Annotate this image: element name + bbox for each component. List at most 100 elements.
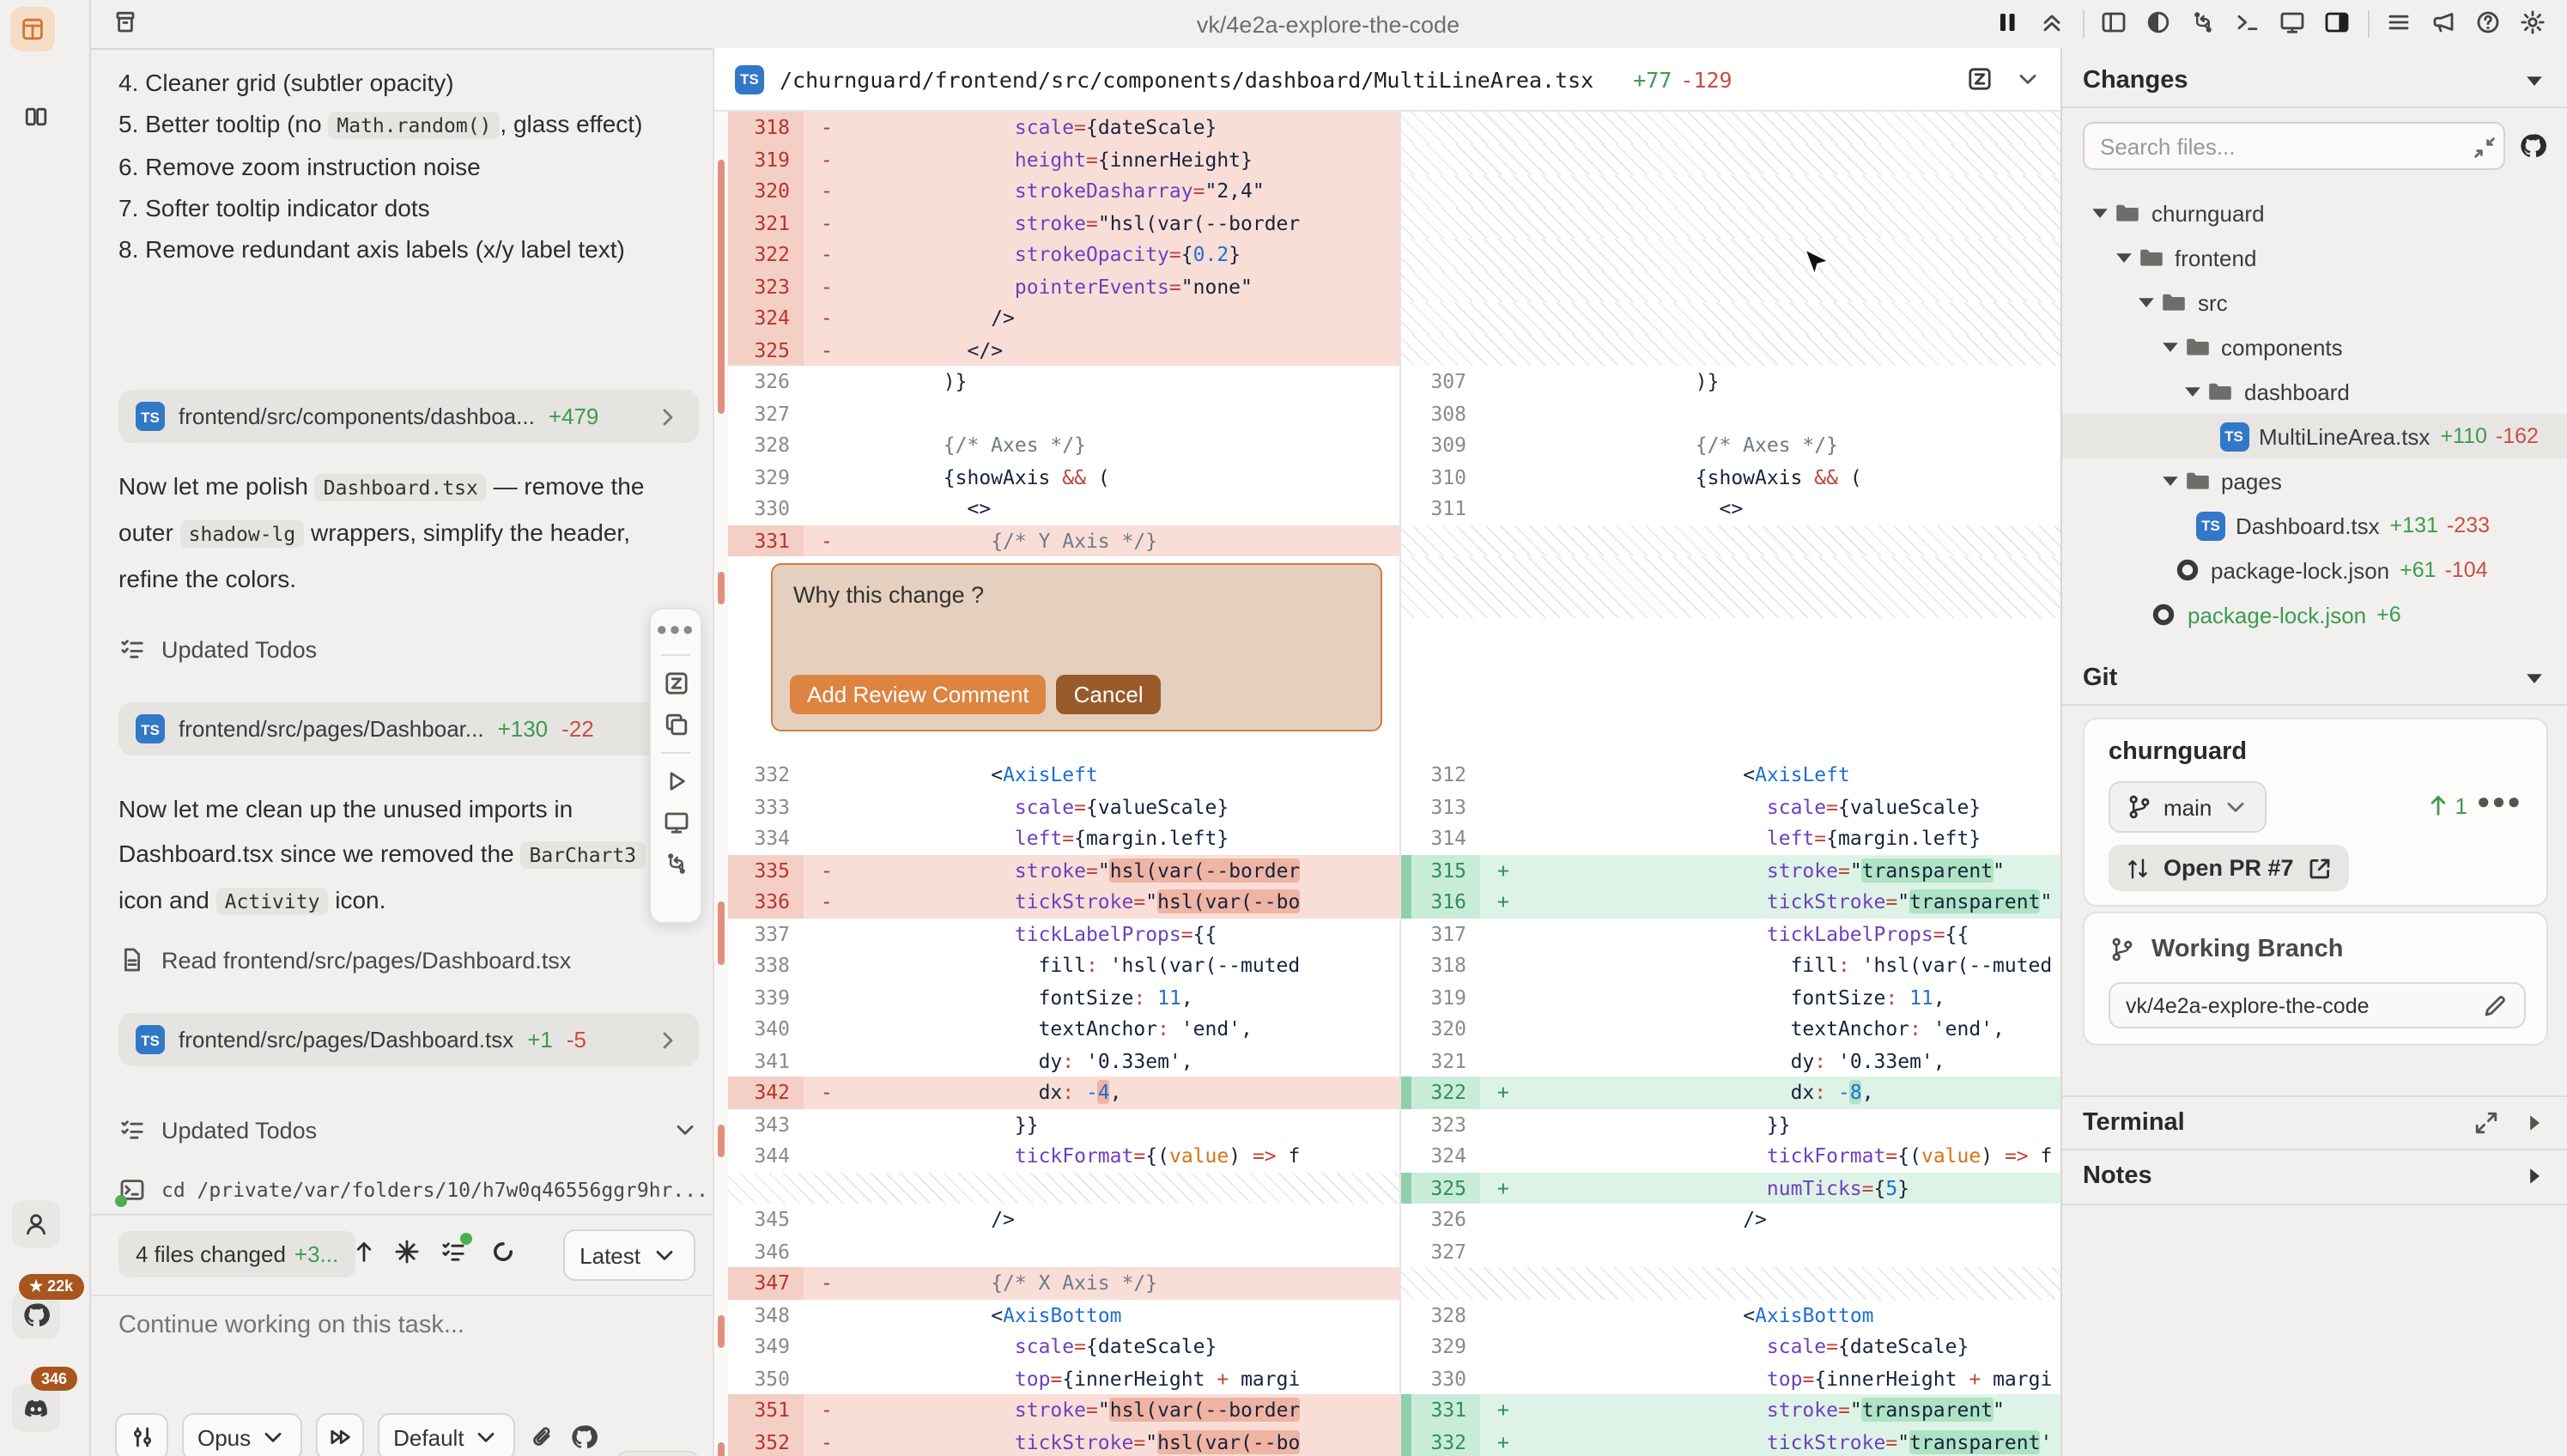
monitor-icon[interactable] <box>2279 9 2308 38</box>
diff-context-row[interactable]: 307 )} <box>1401 366 2064 397</box>
expand-icon[interactable] <box>2473 1108 2500 1136</box>
github-cat-icon[interactable] <box>571 1423 598 1451</box>
tree-item-dashboard-tsx[interactable]: TSDashboard.tsx+131-233 <box>2062 503 2567 548</box>
diff-context-row[interactable]: 328 <AxisBottom <box>1401 1299 2064 1331</box>
diff-context-row[interactable]: 341 dy: '0.33em', <box>728 1045 1399 1077</box>
attach-icon[interactable] <box>530 1423 557 1451</box>
cancel-button[interactable]: Cancel <box>1057 675 1161 714</box>
diff-deleted-row[interactable]: 351- stroke="hsl(var(--border <box>728 1394 1399 1426</box>
diff-deleted-row[interactable]: 352- tickStroke="hsl(var(--bo <box>728 1426 1399 1456</box>
panel-right-icon[interactable] <box>2323 9 2352 38</box>
diff-context-row[interactable]: 330 top={innerHeight + margi <box>1401 1362 2064 1394</box>
tree-item-components[interactable]: components <box>2062 325 2567 369</box>
todo-update-row[interactable]: Updated Todos <box>118 635 317 663</box>
help-icon[interactable] <box>2474 9 2503 38</box>
tree-item-churnguard[interactable]: churnguard <box>2062 191 2567 235</box>
diff-deleted-row[interactable]: 324- /> <box>728 302 1399 334</box>
tree-item-package-lock-json[interactable]: package-lock.json+6 <box>2062 592 2567 637</box>
diff-deleted-row[interactable]: 319- height={innerHeight} <box>728 143 1399 175</box>
diff-file-header[interactable]: TS /churnguard/frontend/src/components/d… <box>714 48 2062 112</box>
message-input[interactable] <box>115 1310 689 1341</box>
tree-item-src[interactable]: src <box>2062 280 2567 325</box>
diff-deleted-row[interactable]: 322- strokeOpacity={0.2} <box>728 239 1399 270</box>
diff-context-row[interactable]: 337 tickLabelProps={{ <box>728 918 1399 949</box>
menu-icon[interactable] <box>2385 9 2414 38</box>
diff-context-row[interactable]: 348 <AxisBottom <box>728 1299 1399 1331</box>
diff-context-row[interactable]: 318 fill: 'hsl(var(--muted <box>1401 949 2064 981</box>
terminal-icon[interactable] <box>2234 9 2263 38</box>
search-input[interactable] <box>2083 122 2505 170</box>
diff-context-row[interactable]: 326 /> <box>1401 1204 2064 1235</box>
diff-context-row[interactable]: 326 )} <box>728 366 1399 397</box>
diff-view-icon[interactable] <box>1966 65 1994 93</box>
github-cat-icon[interactable] <box>2519 132 2546 160</box>
collapse-all-icon[interactable] <box>2038 9 2067 38</box>
more-options-icon[interactable]: ●●● <box>656 620 695 640</box>
diff-context-row[interactable]: 323 }} <box>1401 1108 2064 1140</box>
preview-icon[interactable] <box>662 809 689 836</box>
diff-added-row[interactable]: 332+ tickStroke="transparent' <box>1401 1426 2064 1456</box>
diff-deleted-row[interactable]: 325- </> <box>728 334 1399 366</box>
gear-icon[interactable] <box>2519 9 2548 38</box>
columns-view-icon[interactable] <box>19 100 53 134</box>
diff-deleted-row[interactable]: 321- stroke="hsl(var(--border <box>728 207 1399 239</box>
diff-added-row[interactable]: 316+ tickStroke="transparent" <box>1401 886 2064 918</box>
diff-context-row[interactable]: 350 top={innerHeight + margi <box>728 1362 1399 1394</box>
terminal-section-header[interactable]: Terminal <box>2062 1095 2567 1149</box>
diff-context-row[interactable]: 327 <box>728 397 1399 429</box>
diff-added-row[interactable]: 325+ numTicks={5} <box>1401 1172 2064 1204</box>
diff-context-row[interactable]: 324 tickFormat={(value) => f <box>1401 1140 2064 1172</box>
diff-context-row[interactable]: 344 tickFormat={(value) => f <box>728 1140 1399 1172</box>
diff-context-row[interactable]: 317 tickLabelProps={{ <box>1401 918 2064 949</box>
collapse-file-icon[interactable] <box>2014 65 2042 93</box>
diff-deleted-row[interactable]: 335- stroke="hsl(var(--border <box>728 854 1399 886</box>
working-branch-input[interactable] <box>2109 982 2526 1028</box>
diff-deleted-row[interactable]: 323- pointerEvents="none" <box>728 270 1399 302</box>
file-change-chip[interactable]: TS frontend/src/pages/Dashboar... +130 -… <box>118 702 699 755</box>
tree-item-multilinearea-tsx[interactable]: TSMultiLineArea.tsx+110-162 <box>2062 414 2567 458</box>
diff-context-row[interactable]: 333 scale={valueScale} <box>728 791 1399 822</box>
discord-button[interactable] <box>12 1384 60 1432</box>
terminal-command-row[interactable]: cd /private/var/folders/10/h7w0q46556ggr… <box>118 1176 708 1204</box>
file-change-chip[interactable]: TS frontend/src/components/dashboa... +4… <box>118 390 699 443</box>
diff-context-row[interactable]: 349 scale={dateScale} <box>728 1331 1399 1362</box>
notes-section-header[interactable]: Notes <box>2062 1149 2567 1204</box>
tree-item-pages[interactable]: pages <box>2062 458 2567 503</box>
diff-deleted-row[interactable]: 318- scale={dateScale} <box>728 112 1399 143</box>
diff-context-row[interactable]: 332 <AxisLeft <box>728 759 1399 791</box>
model-dropdown[interactable]: Opus <box>182 1413 302 1456</box>
git-section-header[interactable]: Git <box>2062 652 2567 704</box>
diff-context-row[interactable]: 329 scale={dateScale} <box>1401 1331 2064 1362</box>
diff-context-row[interactable]: 319 fontSize: 11, <box>1401 981 2064 1013</box>
diff-context-row[interactable]: 334 left={margin.left} <box>728 822 1399 854</box>
diff-context-row[interactable]: 345 /> <box>728 1204 1399 1235</box>
add-review-comment-button[interactable]: Add Review Comment <box>790 675 1047 714</box>
send-button[interactable]: Send <box>616 1451 699 1456</box>
spark-icon[interactable] <box>393 1238 421 1265</box>
branch-dropdown[interactable]: main <box>2109 781 2267 833</box>
todo-update-row[interactable]: Updated Todos <box>118 1116 699 1144</box>
diff-context-row[interactable]: 314 left={margin.left} <box>1401 822 2064 854</box>
review-comment-input[interactable]: Why this change ? <box>790 579 1363 654</box>
diff-context-row[interactable]: 313 scale={valueScale} <box>1401 791 2064 822</box>
diff-deleted-row[interactable]: 342- dx: -4, <box>728 1077 1399 1108</box>
diff-context-row[interactable]: 329 {showAxis && ( <box>728 461 1399 493</box>
run-icon[interactable] <box>662 767 689 795</box>
diff-view-icon[interactable] <box>662 670 689 697</box>
diff-context-row[interactable]: 320 textAnchor: 'end', <box>1401 1013 2064 1045</box>
git-compare-icon[interactable] <box>2189 9 2218 38</box>
workspace-tab-icon[interactable] <box>10 7 55 52</box>
repo-more-button[interactable]: ●●● <box>2477 788 2522 814</box>
diff-context-row[interactable]: 328 {/* Axes */} <box>728 429 1399 461</box>
diff-context-row[interactable]: 343 }} <box>728 1108 1399 1140</box>
diff-context-row[interactable]: 321 dy: '0.33em', <box>1401 1045 2064 1077</box>
tree-item-package-lock-json[interactable]: package-lock.json+61-104 <box>2062 548 2567 592</box>
tree-item-frontend[interactable]: frontend <box>2062 235 2567 280</box>
diff-context-row[interactable]: 310 {showAxis && ( <box>1401 461 2064 493</box>
panel-left-icon[interactable] <box>2100 9 2129 38</box>
diff-context-row[interactable]: 340 textAnchor: 'end', <box>728 1013 1399 1045</box>
megaphone-icon[interactable] <box>2430 9 2459 38</box>
composer-settings-button[interactable] <box>115 1413 168 1456</box>
chevron-down-icon[interactable] <box>671 1116 699 1144</box>
arrow-up-icon[interactable] <box>350 1238 378 1265</box>
